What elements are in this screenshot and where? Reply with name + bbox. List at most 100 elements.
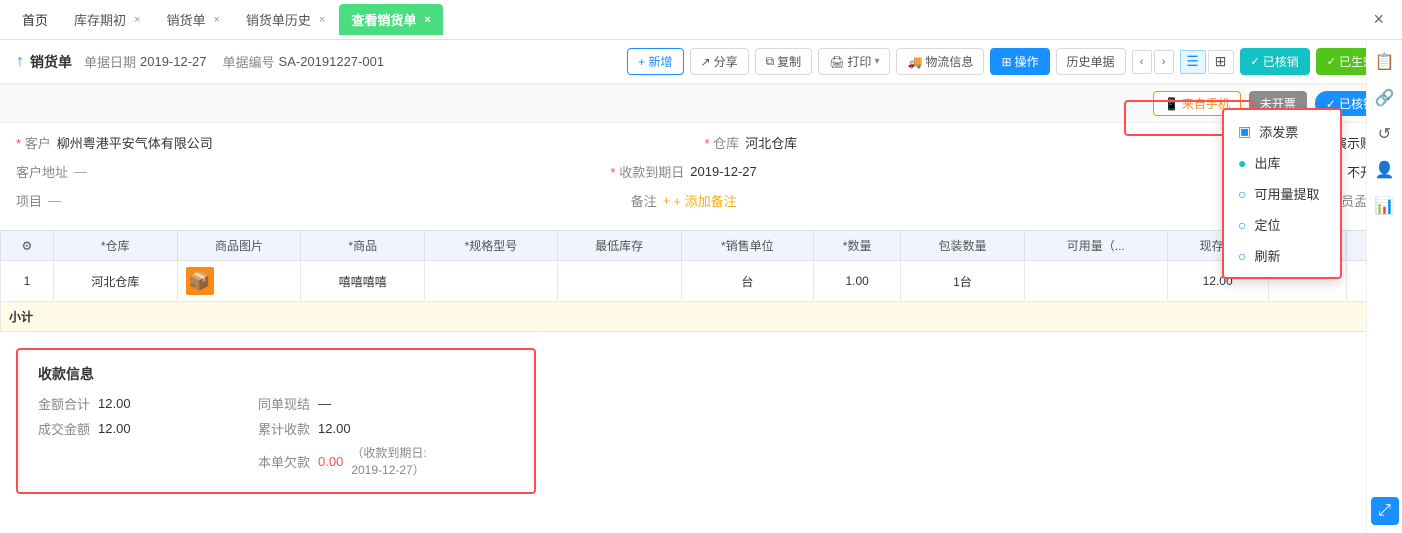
tab-inventory[interactable]: 库存期初 × (62, 4, 152, 35)
col-qty: *数量 (814, 231, 901, 261)
project-label: 项目 (16, 191, 42, 210)
sidebar-link-icon[interactable]: 🔗 (1371, 84, 1399, 112)
main-content: ↑ 销货单 单据日期 2019-12-27 单据编号 SA-20191227-0… (0, 40, 1402, 533)
number-meta: 单据编号 SA-20191227-001 (223, 52, 385, 71)
window-close-button[interactable]: × (1365, 5, 1392, 33)
outbound-icon: ● (1238, 155, 1246, 171)
dropdown-add-invoice[interactable]: ▣ 添发票 (1224, 116, 1340, 147)
project-field: 项目 — (16, 191, 61, 210)
row-warehouse: 河北仓库 (53, 261, 177, 302)
warehouse-value: 河北仓库 (745, 133, 797, 152)
date-value: 2019-12-27 (140, 54, 207, 69)
form-row-1: * 客户 柳州粤港平安气体有限公司 * 仓库 河北仓库 业务员 演示账号 (16, 133, 1386, 152)
add-invoice-icon: ▣ (1238, 123, 1251, 140)
customer-field: * 客户 柳州粤港平安气体有限公司 (16, 133, 213, 152)
warehouse-label: * 仓库 (704, 133, 739, 152)
customer-value: 柳州粤港平安气体有限公司 (57, 133, 213, 152)
tab-view-sales[interactable]: 查看销货单 × (339, 4, 442, 35)
print-icon: 🖨 (829, 55, 844, 69)
locate-icon: ○ (1238, 217, 1246, 233)
row-qty: 1.00 (814, 261, 901, 302)
total-amount-label: 金额合计 (38, 394, 90, 413)
dropdown-outbound[interactable]: ● 出库 (1224, 147, 1340, 178)
dropdown-locate[interactable]: ○ 定位 (1224, 209, 1340, 240)
same-order-item: 同单现结 — (258, 394, 458, 413)
doc-header: ↑ 销货单 单据日期 2019-12-27 单据编号 SA-20191227-0… (0, 40, 1402, 84)
copy-button[interactable]: ⧉ 复制 (755, 48, 813, 75)
add-invoice-label: 添发票 (1259, 122, 1298, 141)
sidebar-expand-icon[interactable]: ⤢ (1371, 497, 1399, 525)
copy-icon: ⧉ (766, 54, 775, 69)
cancel-button[interactable]: ✓ 已核销 (1240, 48, 1310, 75)
deal-amount-value: 12.00 (98, 421, 131, 436)
share-icon: ↗ (701, 55, 711, 69)
form-row-2: 客户地址 — * 收款到期日 2019-12-27 * 票据类型 不开票 (16, 162, 1386, 181)
customer-label: * 客户 (16, 133, 51, 152)
cumulative-label: 累计收款 (258, 419, 310, 438)
next-button[interactable]: › (1154, 50, 1174, 74)
row-min-stock (557, 261, 681, 302)
locate-label: 定位 (1254, 215, 1280, 234)
dropdown-available-qty[interactable]: ○ 可用量提取 (1224, 178, 1340, 209)
close-sales-history-tab[interactable]: × (319, 14, 325, 26)
deal-amount-label: 成交金额 (38, 419, 90, 438)
col-available: 可用量（... (1024, 231, 1167, 261)
sidebar-user-icon[interactable]: 👤 (1371, 156, 1399, 184)
effect-check-icon: ✓ (1327, 55, 1336, 68)
form-row-3: 项目 — 备注 + + 添加备注 * 业务员孟 — (16, 191, 1386, 210)
print-button[interactable]: 🖨 打印 ▾ (818, 48, 890, 75)
logistics-button[interactable]: 🚚 物流信息 (896, 48, 984, 75)
add-note-button[interactable]: + + 添加备注 (663, 191, 737, 210)
note-label: 备注 (631, 191, 657, 210)
due-date-hint: （收款到期日: 2019-12-27） (351, 444, 458, 478)
owed-label: 本单欠款 (258, 452, 310, 471)
col-unit: *销售单位 (681, 231, 814, 261)
history-button[interactable]: 历史单据 (1056, 48, 1126, 75)
logistics-icon: 🚚 (907, 55, 922, 69)
close-view-sales-tab[interactable]: × (424, 14, 430, 26)
gear-icon[interactable]: ⚙ (22, 239, 33, 253)
address-value: — (74, 164, 87, 179)
doc-type-icon: ↑ (16, 53, 24, 71)
tab-bar-right: × (1365, 9, 1392, 30)
add-note-icon: + (663, 193, 671, 208)
col-product: *商品 (301, 231, 425, 261)
tab-sales[interactable]: 销货单 × (154, 4, 231, 35)
warehouse-field: * 仓库 河北仓库 (704, 133, 797, 152)
deal-amount-item: 成交金额 12.00 (38, 419, 238, 438)
right-sidebar: 📋 🔗 ↺ 👤 📊 ⤢ (1366, 40, 1402, 533)
sidebar-doc-icon[interactable]: 📋 (1371, 48, 1399, 76)
table-row: 1 河北仓库 📦 嘻嘻嘻嘻 台 1.00 1台 12.00 0. (1, 261, 1402, 302)
address-field: 客户地址 — (16, 162, 87, 181)
refresh-icon: ○ (1238, 248, 1246, 264)
dropdown-refresh[interactable]: ○ 刷新 (1224, 240, 1340, 271)
sidebar-refresh-icon[interactable]: ↺ (1371, 120, 1399, 148)
print-dropdown-arrow: ▾ (874, 56, 879, 67)
doc-title: ↑ 销货单 (16, 52, 72, 72)
close-inventory-tab[interactable]: × (134, 14, 140, 26)
tab-home[interactable]: 首页 (10, 4, 60, 35)
total-amount-item: 金额合计 12.00 (38, 394, 238, 413)
outbound-label: 出库 (1254, 153, 1280, 172)
payment-section: 收款信息 金额合计 12.00 同单现结 — 成交金额 12.00 累计收款 1… (0, 332, 1402, 504)
payment-date-field: * 收款到期日 2019-12-27 (611, 162, 757, 181)
share-button[interactable]: ↗ 分享 (690, 48, 749, 75)
payment-box: 收款信息 金额合计 12.00 同单现结 — 成交金额 12.00 累计收款 1… (16, 348, 536, 494)
list-view-button[interactable]: ☰ (1180, 50, 1206, 74)
total-amount-value: 12.00 (98, 396, 131, 411)
prev-button[interactable]: ‹ (1132, 50, 1152, 74)
col-min-stock: 最低库存 (557, 231, 681, 261)
col-warehouse: *仓库 (53, 231, 177, 261)
sidebar-chart-icon[interactable]: 📊 (1371, 192, 1399, 220)
cancel-check-icon: ✓ (1251, 55, 1260, 68)
operation-button[interactable]: ⊞ 操作 (990, 48, 1049, 75)
close-sales-tab[interactable]: × (213, 14, 219, 26)
tab-sales-history[interactable]: 销货单历史 × (234, 4, 337, 35)
nav-arrows: ‹ › (1132, 50, 1174, 74)
new-button[interactable]: + 新增 (627, 48, 683, 75)
note-field: 备注 + + 添加备注 (631, 191, 737, 210)
grid-view-button[interactable]: ⊞ (1208, 50, 1234, 74)
row-unit: 台 (681, 261, 814, 302)
col-gear[interactable]: ⚙ (1, 231, 54, 261)
subtotal-row: 小计 (1, 302, 1402, 332)
